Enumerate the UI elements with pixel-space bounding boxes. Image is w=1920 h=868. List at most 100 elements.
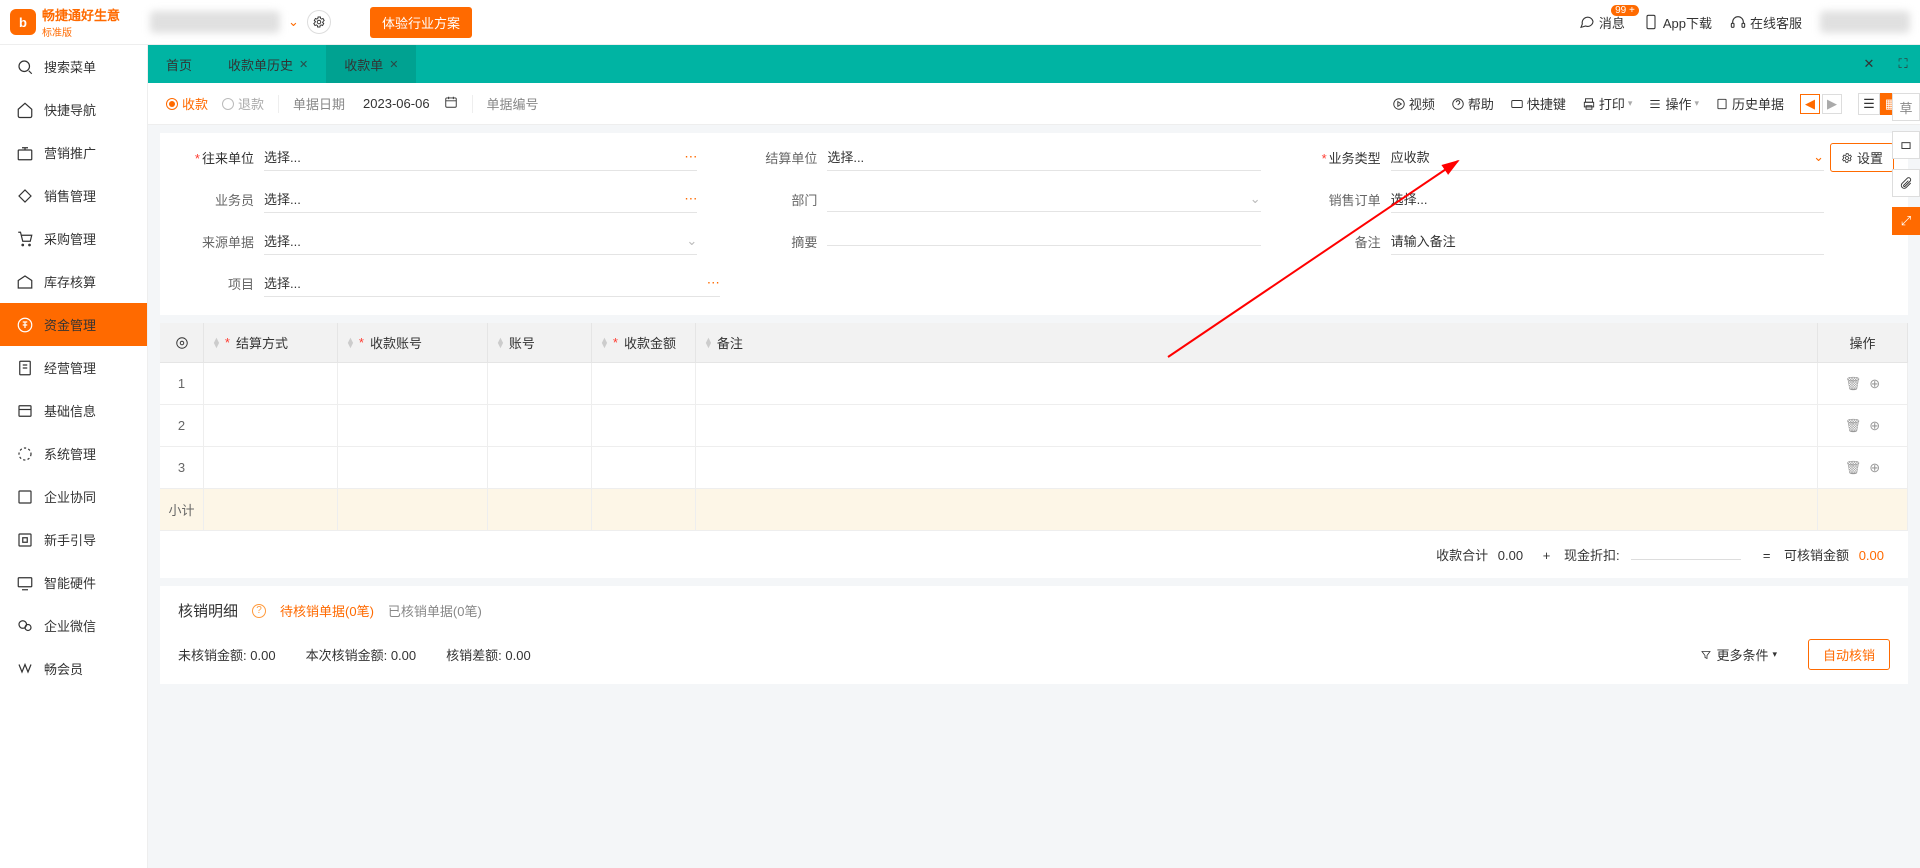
main-area: 首页 收款单历史✕ 收款单✕ ✕ ⛶ 收款 退款 单据日期 2023-06-06… xyxy=(148,45,1920,868)
detail-tab-pending[interactable]: 待核销单据(0笔) xyxy=(280,601,374,620)
date-value[interactable]: 2023-06-06 xyxy=(363,96,430,111)
tab-home[interactable]: 首页 xyxy=(148,45,210,83)
tb-help[interactable]: 帮助 xyxy=(1451,94,1494,113)
detail-tab-done[interactable]: 已核销单据(0笔) xyxy=(388,601,482,620)
radio-refund[interactable]: 退款 xyxy=(222,94,264,113)
sidebar-item-label: 企业微信 xyxy=(44,616,96,635)
rail-attach-icon[interactable] xyxy=(1892,169,1920,197)
unwriteoff-label: 未核销金额: 0.00 xyxy=(178,645,276,664)
table-row[interactable]: 1🗑⊕ xyxy=(160,363,1908,405)
sidebar-item-label: 智能硬件 xyxy=(44,573,96,592)
delete-icon[interactable]: 🗑 xyxy=(1845,418,1862,434)
sum-value: 0.00 xyxy=(1498,548,1523,563)
discount-input[interactable] xyxy=(1631,559,1741,560)
add-icon[interactable]: ⊕ xyxy=(1869,460,1880,476)
th-gear[interactable] xyxy=(160,323,204,362)
settings-label: 设置 xyxy=(1857,148,1883,167)
add-icon[interactable]: ⊕ xyxy=(1869,376,1880,392)
tab-label: 收款单 xyxy=(344,55,383,74)
messages-link[interactable]: 消息 99 + xyxy=(1579,13,1625,32)
sidebar-item-inventory[interactable]: 库存核算 xyxy=(0,260,147,303)
th-paymethod[interactable]: ▲▼*结算方式 xyxy=(204,323,338,362)
rail-expand-icon[interactable]: ⤢ xyxy=(1892,207,1920,235)
tb-video[interactable]: 视频 xyxy=(1392,94,1435,113)
chevron-down-icon[interactable]: ⌄ xyxy=(686,233,697,249)
table-header: ▲▼*结算方式 ▲▼*收款账号 ▲▼账号 ▲▼*收款金额 ▲▼备注 操作 xyxy=(160,323,1908,363)
settings-button[interactable]: 设置 xyxy=(1830,143,1894,172)
sidebar-item-label: 畅会员 xyxy=(44,659,83,678)
source-select[interactable]: 选择...⌄ xyxy=(264,227,697,255)
sidebar-item-basic[interactable]: 基础信息 xyxy=(0,389,147,432)
sidebar-item-hardware[interactable]: 智能硬件 xyxy=(0,561,147,604)
dept-select[interactable]: ⌄ xyxy=(827,187,1260,212)
summary-input[interactable] xyxy=(827,237,1260,246)
auto-writeoff-button[interactable]: 自动核销 xyxy=(1808,639,1890,670)
unit-select[interactable]: 选择...⋯ xyxy=(264,143,697,171)
download-link[interactable]: App下载 xyxy=(1643,13,1712,32)
field-label: 摘要 xyxy=(737,232,827,251)
project-select[interactable]: 选择...⋯ xyxy=(264,269,720,297)
chevron-down-icon[interactable]: ⌄ xyxy=(1813,149,1824,165)
header-right: 消息 99 + App下载 在线客服 xyxy=(1579,11,1910,33)
sidebar-item-business[interactable]: 经营管理 xyxy=(0,346,147,389)
view-list-icon[interactable]: ☰ xyxy=(1858,93,1880,115)
sidebar-item-guide[interactable]: 新手引导 xyxy=(0,518,147,561)
info-icon[interactable]: ? xyxy=(252,604,266,618)
table-row[interactable]: 3🗑⊕ xyxy=(160,447,1908,489)
close-icon[interactable]: ✕ xyxy=(389,58,398,71)
chevron-down-icon[interactable]: ⌄ xyxy=(1250,191,1261,207)
settle-select[interactable]: 选择... xyxy=(827,143,1260,171)
tb-shortcut[interactable]: 快捷键 xyxy=(1510,94,1566,113)
sidebar-item-system[interactable]: 系统管理 xyxy=(0,432,147,475)
sidebar-item-label: 基础信息 xyxy=(44,401,96,420)
trial-button[interactable]: 体验行业方案 xyxy=(370,7,472,38)
th-amount[interactable]: ▲▼*收款金额 xyxy=(592,323,696,362)
order-select[interactable]: 选择... xyxy=(1391,185,1824,213)
sidebar-item-marketing[interactable]: 营销推广 xyxy=(0,131,147,174)
close-icon[interactable]: ✕ xyxy=(299,58,308,71)
th-note[interactable]: ▲▼备注 xyxy=(696,323,1818,362)
sidebar-item-search[interactable]: 搜索菜单 xyxy=(0,45,147,88)
nav-prev-icon[interactable]: ◀ xyxy=(1800,94,1820,114)
biztype-select[interactable]: 应收款⌄ xyxy=(1391,143,1824,171)
sidebar-item-vip[interactable]: 畅会员 xyxy=(0,647,147,690)
tb-print[interactable]: 打印▾ xyxy=(1582,94,1633,113)
delete-icon[interactable]: 🗑 xyxy=(1845,376,1862,392)
more-icon[interactable]: ⋯ xyxy=(684,149,697,165)
tab-close-all-icon[interactable]: ✕ xyxy=(1852,56,1886,72)
sidebar-item-enterprise[interactable]: 企业协同 xyxy=(0,475,147,518)
tab-expand-icon[interactable]: ⛶ xyxy=(1886,56,1920,72)
table-row[interactable]: 2🗑⊕ xyxy=(160,405,1908,447)
tb-operate[interactable]: 操作▾ xyxy=(1648,94,1699,113)
rail-draft-icon[interactable]: 草 xyxy=(1892,93,1920,121)
download-label: App下载 xyxy=(1663,13,1712,32)
sidebar-item-wechat[interactable]: 企业微信 xyxy=(0,604,147,647)
th-accountno[interactable]: ▲▼账号 xyxy=(488,323,592,362)
field-label: 备注 xyxy=(1301,232,1391,251)
more-icon[interactable]: ⋯ xyxy=(684,191,697,207)
more-conditions-button[interactable]: 更多条件▾ xyxy=(1699,644,1778,665)
sidebar-item-purchase[interactable]: 采购管理 xyxy=(0,217,147,260)
nav-next-icon[interactable]: ▶ xyxy=(1822,94,1842,114)
chevron-down-icon[interactable]: ⌄ xyxy=(288,14,299,30)
tab-receipt[interactable]: 收款单 ✕ xyxy=(326,45,416,83)
add-icon[interactable]: ⊕ xyxy=(1869,418,1880,434)
radio-receipt[interactable]: 收款 xyxy=(166,94,208,113)
gear-icon[interactable] xyxy=(307,10,331,34)
note-input[interactable]: 请输入备注 xyxy=(1391,227,1824,255)
more-icon[interactable]: ⋯ xyxy=(707,275,720,291)
sidebar-item-sales[interactable]: 销售管理 xyxy=(0,174,147,217)
delete-icon[interactable]: 🗑 xyxy=(1845,460,1862,476)
sidebar-item-fund[interactable]: 资金管理 xyxy=(0,303,147,346)
salesman-select[interactable]: 选择...⋯ xyxy=(264,185,697,213)
rail-print-icon[interactable] xyxy=(1892,131,1920,159)
field-label: 往来单位 xyxy=(202,151,254,166)
tab-label: 首页 xyxy=(166,55,192,74)
tb-history[interactable]: 历史单据 xyxy=(1715,94,1784,113)
calendar-icon[interactable] xyxy=(444,95,458,112)
tab-history[interactable]: 收款单历史✕ xyxy=(210,45,326,83)
sidebar-item-label: 库存核算 xyxy=(44,272,96,291)
sidebar-item-quicknav[interactable]: 快捷导航 xyxy=(0,88,147,131)
service-link[interactable]: 在线客服 xyxy=(1730,13,1802,32)
th-account[interactable]: ▲▼*收款账号 xyxy=(338,323,488,362)
